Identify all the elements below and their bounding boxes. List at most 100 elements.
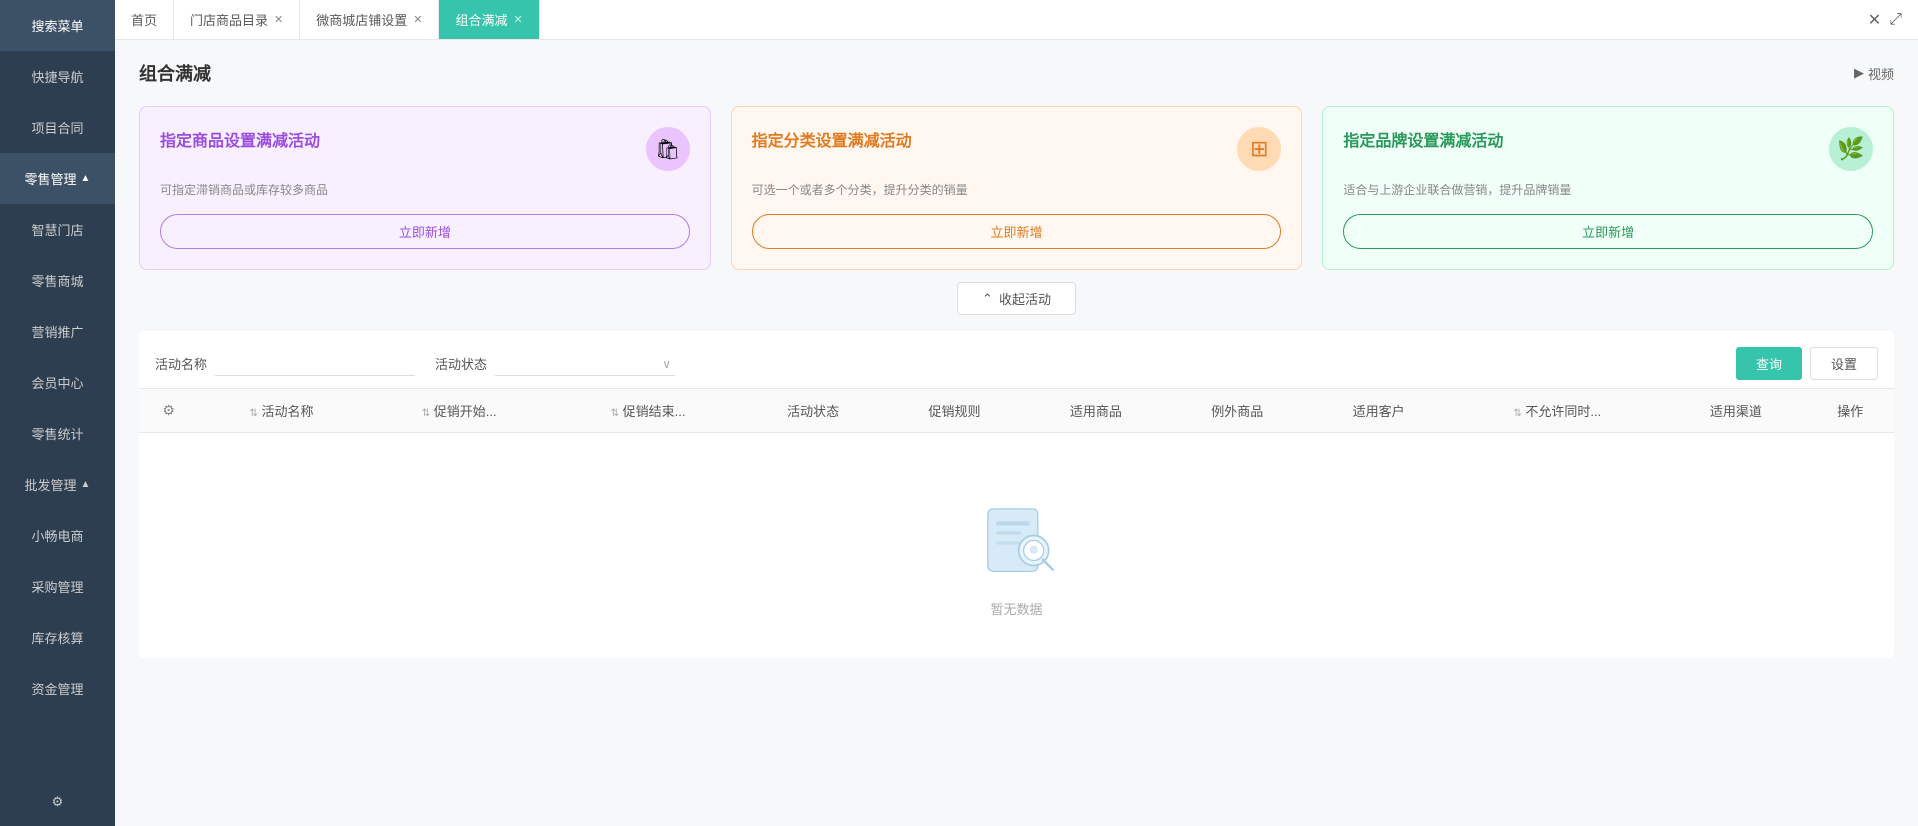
activity-name-field: 活动名称 (155, 352, 415, 376)
sidebar-item-member-center[interactable]: 会员中心 (0, 357, 115, 408)
topbar: 首页 门店商品目录 ✕ 微商城店铺设置 ✕ 组合满减 ✕ ✕ ⤢ (115, 0, 1918, 40)
th-applicable-customer: 适用客户 (1308, 389, 1449, 433)
gear-icon: ⚙ (52, 794, 64, 809)
th-no-concurrent: ⇅ 不允许同时... (1449, 389, 1665, 433)
card-icon-category: ⊞ (1237, 127, 1281, 171)
th-label: 适用渠道 (1710, 404, 1762, 419)
th-applicable-goods: 适用商品 (1025, 389, 1166, 433)
card-icon-product: 🛍 (646, 127, 690, 171)
empty-text: 暂无数据 (990, 599, 1042, 618)
close-tab-icon[interactable]: ✕ (413, 13, 422, 26)
settings-button[interactable]: ⚙ (0, 778, 115, 826)
th-label: 活动状态 (787, 404, 839, 419)
th-operation: 操作 (1807, 389, 1894, 433)
sort-icon[interactable]: ⇅ (422, 408, 430, 419)
card-icon-brand: 🌿 (1829, 127, 1873, 171)
th-exception-goods: 例外商品 (1167, 389, 1308, 433)
sidebar-item-search-menu[interactable]: 搜索菜单 (0, 0, 115, 51)
add-brand-activity-button[interactable]: 立即新增 (1343, 214, 1873, 249)
search-table-section: 活动名称 活动状态 ∨ 查询 设置 (139, 331, 1894, 658)
grid-icon: ⊞ (1250, 136, 1268, 162)
card-desc: 可指定滞销商品或库存较多商品 (160, 181, 690, 198)
sidebar-item-label: 智慧门店 (31, 220, 83, 239)
sidebar-item-retail-mall[interactable]: 零售商城 (0, 255, 115, 306)
card-desc: 可选一个或者多个分类，提升分类的销量 (752, 181, 1282, 198)
sidebar-item-smart-store[interactable]: 智慧门店 (0, 204, 115, 255)
th-applicable-channel: 适用渠道 (1665, 389, 1806, 433)
th-label: 适用商品 (1070, 404, 1122, 419)
tab-label: 门店商品目录 (190, 10, 268, 29)
tab-home[interactable]: 首页 (115, 0, 174, 39)
collapse-label: 收起活动 (999, 289, 1051, 308)
sidebar-item-label: 库存核算 (31, 628, 83, 647)
search-btn-row: 查询 设置 (1736, 347, 1878, 380)
sidebar-item-label: 资金管理 (31, 679, 83, 698)
activity-name-label: 活动名称 (155, 354, 207, 373)
collapse-row: ⌃ 收起活动 (139, 282, 1894, 315)
sidebar-item-label: 快捷导航 (31, 67, 83, 86)
sidebar-item-inventory[interactable]: 库存核算 (0, 612, 115, 663)
th-promo-start: ⇅ 促销开始... (365, 389, 554, 433)
sidebar-item-wholesale-mgmt[interactable]: 批发管理 ▲ (0, 459, 115, 510)
maximize-icon[interactable]: ⤢ (1889, 11, 1902, 29)
chevron-down-icon: ▲ (81, 479, 91, 490)
sort-icon[interactable]: ⇅ (250, 408, 258, 419)
sidebar-item-label: 营销推广 (31, 322, 83, 341)
sidebar-item-marketing[interactable]: 营销推广 (0, 306, 115, 357)
card-title: 指定商品设置满减活动 (160, 127, 320, 151)
activity-status-label: 活动状态 (435, 354, 487, 373)
sidebar-item-label: 搜索菜单 (31, 16, 83, 35)
th-label: 活动名称 (262, 404, 314, 419)
th-label: 促销开始... (434, 404, 497, 419)
add-category-activity-button[interactable]: 立即新增 (752, 214, 1282, 249)
sidebar-item-label: 批发管理 (25, 475, 77, 494)
leaf-icon: 🌿 (1837, 136, 1864, 162)
card-header: 指定分类设置满减活动 ⊞ (752, 127, 1282, 171)
table-wrapper: ⚙ ⇅ 活动名称 ⇅ 促销开始... ⇅ (139, 388, 1894, 658)
card-product: 指定商品设置满减活动 🛍 可指定滞销商品或库存较多商品 立即新增 (139, 106, 711, 270)
sort-icon[interactable]: ⇅ (1513, 408, 1521, 419)
th-settings: ⚙ (139, 389, 198, 433)
sidebar-item-retail-stats[interactable]: 零售统计 (0, 408, 115, 459)
chevron-up-icon: ⌃ (982, 291, 993, 307)
page-header: 组合满减 ▶ 视频 (139, 60, 1894, 86)
sort-icon[interactable]: ⇅ (611, 408, 619, 419)
sidebar-item-project-contract[interactable]: 项目合同 (0, 102, 115, 153)
card-desc: 适合与上游企业联合做营销，提升品牌销量 (1343, 181, 1873, 198)
sidebar-item-xiaochang[interactable]: 小畅电商 (0, 510, 115, 561)
query-button[interactable]: 查询 (1736, 347, 1802, 380)
search-bar: 活动名称 活动状态 ∨ 查询 设置 (139, 331, 1894, 388)
sidebar-item-label: 零售统计 (31, 424, 83, 443)
activity-table: ⚙ ⇅ 活动名称 ⇅ 促销开始... ⇅ (139, 389, 1894, 433)
empty-illustration (967, 493, 1067, 583)
sidebar-item-label: 小畅电商 (31, 526, 83, 545)
sidebar-item-purchase-mgmt[interactable]: 采购管理 (0, 561, 115, 612)
activity-status-field: 活动状态 ∨ (435, 352, 675, 376)
sidebar-item-label: 零售管理 (25, 169, 77, 188)
close-window-icon[interactable]: ✕ (1868, 10, 1881, 30)
sidebar-item-finance-mgmt[interactable]: 资金管理 (0, 663, 115, 714)
th-label: 例外商品 (1211, 404, 1263, 419)
collapse-button[interactable]: ⌃ 收起活动 (957, 282, 1076, 315)
sidebar: 搜索菜单 快捷导航 项目合同 零售管理 ▲ 智慧门店 零售商城 营销推广 会员中… (0, 0, 115, 826)
sidebar-item-retail-mgmt[interactable]: 零售管理 ▲ (0, 153, 115, 204)
activity-name-input[interactable] (215, 352, 415, 376)
close-tab-icon[interactable]: ✕ (514, 13, 523, 26)
close-tab-icon[interactable]: ✕ (274, 13, 283, 26)
topbar-actions: ✕ ⤢ (1868, 10, 1910, 30)
table-settings-button[interactable]: 设置 (1810, 347, 1878, 380)
settings-icon[interactable]: ⚙ (162, 402, 175, 418)
tab-combo-discount[interactable]: 组合满减 ✕ (439, 0, 539, 39)
add-product-activity-button[interactable]: 立即新增 (160, 214, 690, 249)
card-brand: 指定品牌设置满减活动 🌿 适合与上游企业联合做营销，提升品牌销量 立即新增 (1322, 106, 1894, 270)
activity-status-select[interactable] (495, 352, 675, 376)
tab-wechat-store[interactable]: 微商城店铺设置 ✕ (300, 0, 439, 39)
video-link[interactable]: ▶ 视频 (1854, 64, 1894, 83)
th-label: 促销规则 (928, 404, 980, 419)
sidebar-item-quick-nav[interactable]: 快捷导航 (0, 51, 115, 102)
card-category: 指定分类设置满减活动 ⊞ 可选一个或者多个分类，提升分类的销量 立即新增 (731, 106, 1303, 270)
play-icon: ▶ (1854, 65, 1864, 81)
tab-store-catalog[interactable]: 门店商品目录 ✕ (174, 0, 300, 39)
th-activity-status: 活动状态 (742, 389, 883, 433)
content-area: 组合满减 ▶ 视频 指定商品设置满减活动 🛍 可指定滞销商品或库存较多商品 立即… (115, 40, 1918, 826)
